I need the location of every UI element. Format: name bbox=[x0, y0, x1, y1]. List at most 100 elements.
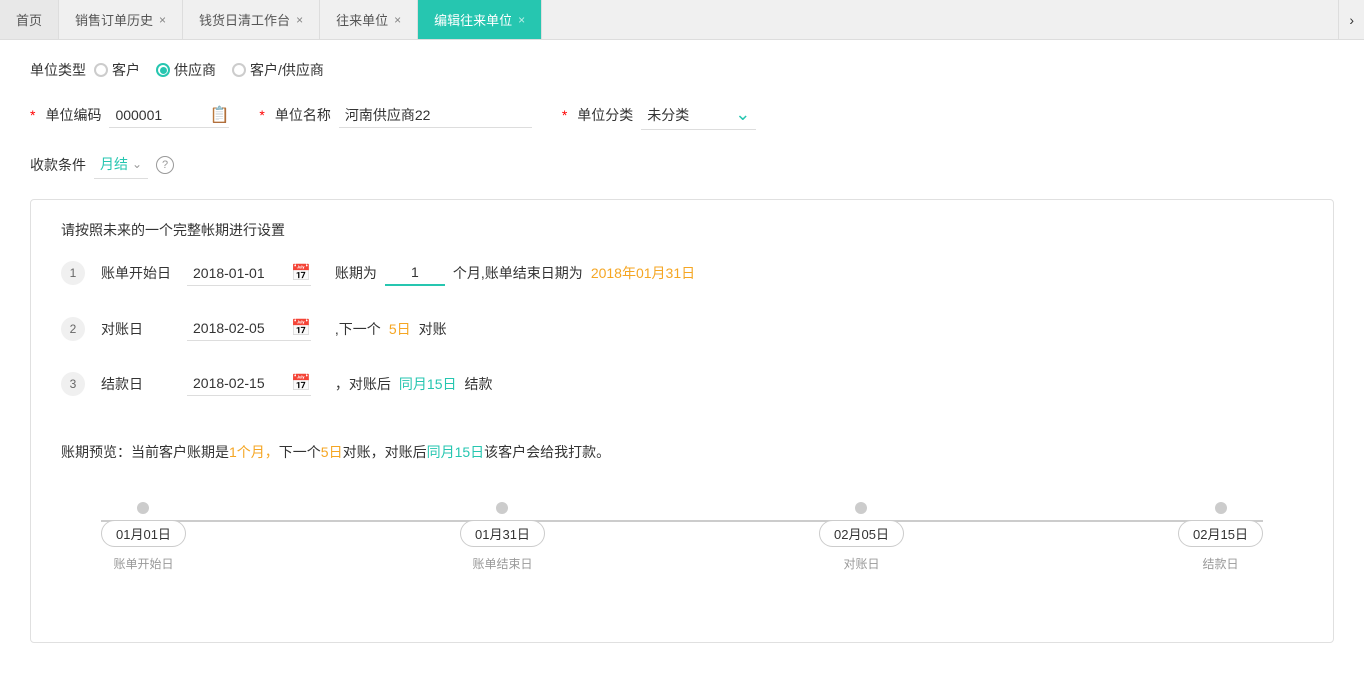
preview-section: 账期预览：当前客户账期是1个月，下一个5日对账，对账后同月15日该客户会给我打款… bbox=[61, 426, 1303, 612]
tab-partner-units[interactable]: 往来单位 × bbox=[320, 0, 418, 39]
tab-edit-close-icon[interactable]: × bbox=[518, 13, 525, 27]
radio-supplier[interactable]: 供应商 bbox=[156, 60, 216, 80]
unit-name-required: * bbox=[259, 107, 264, 123]
tab-bar-arrow[interactable]: › bbox=[1338, 0, 1364, 39]
timeline-badge-2: 01月31日 bbox=[460, 520, 545, 547]
timeline-dot-2 bbox=[496, 502, 508, 514]
unit-category-arrow-icon: ⌄ bbox=[735, 104, 750, 125]
timeline-badge-4: 02月15日 bbox=[1178, 520, 1263, 547]
step-3-desc-prefix: ，对账后 bbox=[335, 374, 391, 394]
tab-sales-label: 销售订单历史 bbox=[75, 10, 153, 29]
preview-reconcile-prefix: 下一个 bbox=[279, 444, 321, 460]
tab-home-label: 首页 bbox=[16, 10, 42, 29]
payment-terms-label: 收款条件 bbox=[30, 155, 86, 175]
preview-reconcile-suffix: 对账，对账后 bbox=[343, 444, 427, 460]
step-2-label: 对账日 bbox=[101, 319, 171, 339]
step-1-label: 账单开始日 bbox=[101, 263, 171, 283]
preview-period: 1个月， bbox=[229, 444, 279, 460]
unit-details-row: * 单位编码 📋 * 单位名称 * 单位分类 未分类 ⌄ bbox=[30, 100, 1334, 130]
unit-name-input[interactable] bbox=[339, 103, 532, 128]
radio-both[interactable]: 客户/供应商 bbox=[232, 60, 324, 80]
step-2-date-input[interactable] bbox=[187, 316, 287, 340]
timeline-badge-1: 01月01日 bbox=[101, 520, 186, 547]
preview-text: 账期预览：当前客户账期是1个月，下一个5日对账，对账后同月15日该客户会给我打款… bbox=[61, 442, 1303, 462]
preview-prefix: 账期预览：当前客户账期是 bbox=[61, 444, 229, 460]
step-2-desc-prefix: ,下一个 bbox=[335, 319, 381, 339]
unit-code-label: 单位编码 bbox=[45, 105, 101, 125]
step-2-desc-highlight: 5日 bbox=[389, 319, 411, 339]
step-3-desc-highlight: 同月15日 bbox=[399, 374, 457, 394]
tab-bar-expander bbox=[542, 0, 1338, 39]
unit-category-select[interactable]: 未分类 ⌄ bbox=[641, 100, 756, 130]
tab-cash-label: 钱货日清工作台 bbox=[199, 10, 290, 29]
unit-category-label: 单位分类 bbox=[577, 105, 633, 125]
settings-row-1: 1 账单开始日 📅 账期为 个月,账单结束日期为 2018年01月31日 bbox=[61, 260, 1303, 286]
tab-cash-close-icon[interactable]: × bbox=[296, 13, 303, 27]
tab-partner-close-icon[interactable]: × bbox=[394, 13, 401, 27]
payment-terms-group: 收款条件 月结 ⌄ ? bbox=[30, 150, 174, 179]
payment-terms-help-icon[interactable]: ? bbox=[156, 156, 174, 174]
unit-code-input-wrapper: 📋 bbox=[109, 103, 229, 128]
step-3-calendar-icon[interactable]: 📅 bbox=[291, 373, 311, 393]
step-3-date-group: 📅 bbox=[187, 371, 311, 396]
timeline-dot-3 bbox=[855, 502, 867, 514]
unit-code-input[interactable] bbox=[109, 103, 209, 127]
timeline-point-1: 01月01日 账单开始日 bbox=[101, 502, 186, 572]
timeline-label-2: 账单结束日 bbox=[472, 555, 532, 572]
unit-type-group: 单位类型 客户 供应商 客户/供应商 bbox=[30, 60, 324, 80]
tab-edit-partner-units[interactable]: 编辑往来单位 × bbox=[418, 0, 542, 39]
preview-payment-highlight: 同月15日 bbox=[427, 444, 485, 460]
tab-home[interactable]: 首页 bbox=[0, 0, 59, 39]
step-1-end-date: 2018年01月31日 bbox=[591, 263, 695, 283]
settings-title: 请按照未来的一个完整帐期进行设置 bbox=[61, 220, 1303, 240]
unit-category-required: * bbox=[562, 107, 567, 123]
radio-customer-circle bbox=[94, 63, 108, 77]
tab-cash-reconciliation[interactable]: 钱货日清工作台 × bbox=[183, 0, 320, 39]
payment-terms-value: 月结 bbox=[100, 154, 128, 174]
radio-customer[interactable]: 客户 bbox=[94, 60, 140, 80]
step-1-period-prefix: 账期为 bbox=[335, 263, 377, 283]
unit-name-label: 单位名称 bbox=[275, 105, 331, 125]
step-1-num: 1 bbox=[61, 261, 85, 285]
unit-type-row: 单位类型 客户 供应商 客户/供应商 bbox=[30, 60, 1334, 80]
step-3-date-input[interactable] bbox=[187, 371, 287, 395]
step-3-num: 3 bbox=[61, 372, 85, 396]
payment-terms-select[interactable]: 月结 ⌄ bbox=[94, 150, 148, 179]
step-3-label: 结款日 bbox=[101, 374, 171, 394]
tab-sales-order-history[interactable]: 销售订单历史 × bbox=[59, 0, 183, 39]
unit-code-icon[interactable]: 📋 bbox=[209, 105, 229, 125]
unit-type-label: 单位类型 bbox=[30, 60, 86, 80]
step-2-date-group: 📅 bbox=[187, 316, 311, 341]
step-1-period-input[interactable] bbox=[385, 260, 445, 286]
unit-type-radio-group: 客户 供应商 客户/供应商 bbox=[94, 60, 324, 80]
step-2-calendar-icon[interactable]: 📅 bbox=[291, 318, 311, 338]
radio-customer-label: 客户 bbox=[112, 60, 140, 80]
timeline-badge-3: 02月05日 bbox=[819, 520, 904, 547]
timeline: 01月01日 账单开始日 01月31日 账单结束日 02月05日 对账日 bbox=[61, 492, 1303, 612]
step-3-desc-suffix: 结款 bbox=[465, 374, 493, 394]
unit-category-value: 未分类 bbox=[647, 105, 727, 125]
step-1-date-group: 📅 bbox=[187, 261, 311, 286]
timeline-point-4: 02月15日 结款日 bbox=[1178, 502, 1263, 572]
unit-category-group: * 单位分类 未分类 ⌄ bbox=[562, 100, 757, 130]
timeline-dot-1 bbox=[137, 502, 149, 514]
timeline-points: 01月01日 账单开始日 01月31日 账单结束日 02月05日 对账日 bbox=[101, 502, 1263, 572]
radio-both-label: 客户/供应商 bbox=[250, 60, 324, 80]
tab-bar: 首页 销售订单历史 × 钱货日清工作台 × 往来单位 × 编辑往来单位 × › bbox=[0, 0, 1364, 40]
tab-partner-label: 往来单位 bbox=[336, 10, 388, 29]
step-1-period-suffix: 个月,账单结束日期为 bbox=[453, 263, 583, 283]
step-1-date-input[interactable] bbox=[187, 261, 287, 285]
radio-supplier-label: 供应商 bbox=[174, 60, 216, 80]
payment-terms-arrow-icon: ⌄ bbox=[132, 157, 142, 171]
main-content: 单位类型 客户 供应商 客户/供应商 * 单位编码 bbox=[0, 40, 1364, 683]
tab-sales-close-icon[interactable]: × bbox=[159, 13, 166, 27]
radio-both-circle bbox=[232, 63, 246, 77]
preview-suffix: 该客户会给我打款。 bbox=[484, 444, 610, 460]
unit-code-group: * 单位编码 📋 bbox=[30, 103, 229, 128]
timeline-label-1: 账单开始日 bbox=[113, 555, 173, 572]
timeline-label-4: 结款日 bbox=[1203, 555, 1239, 572]
step-2-desc-suffix: 对账 bbox=[419, 319, 447, 339]
unit-code-required: * bbox=[30, 107, 35, 123]
payment-terms-row: 收款条件 月结 ⌄ ? bbox=[30, 150, 1334, 179]
step-1-calendar-icon[interactable]: 📅 bbox=[291, 263, 311, 283]
